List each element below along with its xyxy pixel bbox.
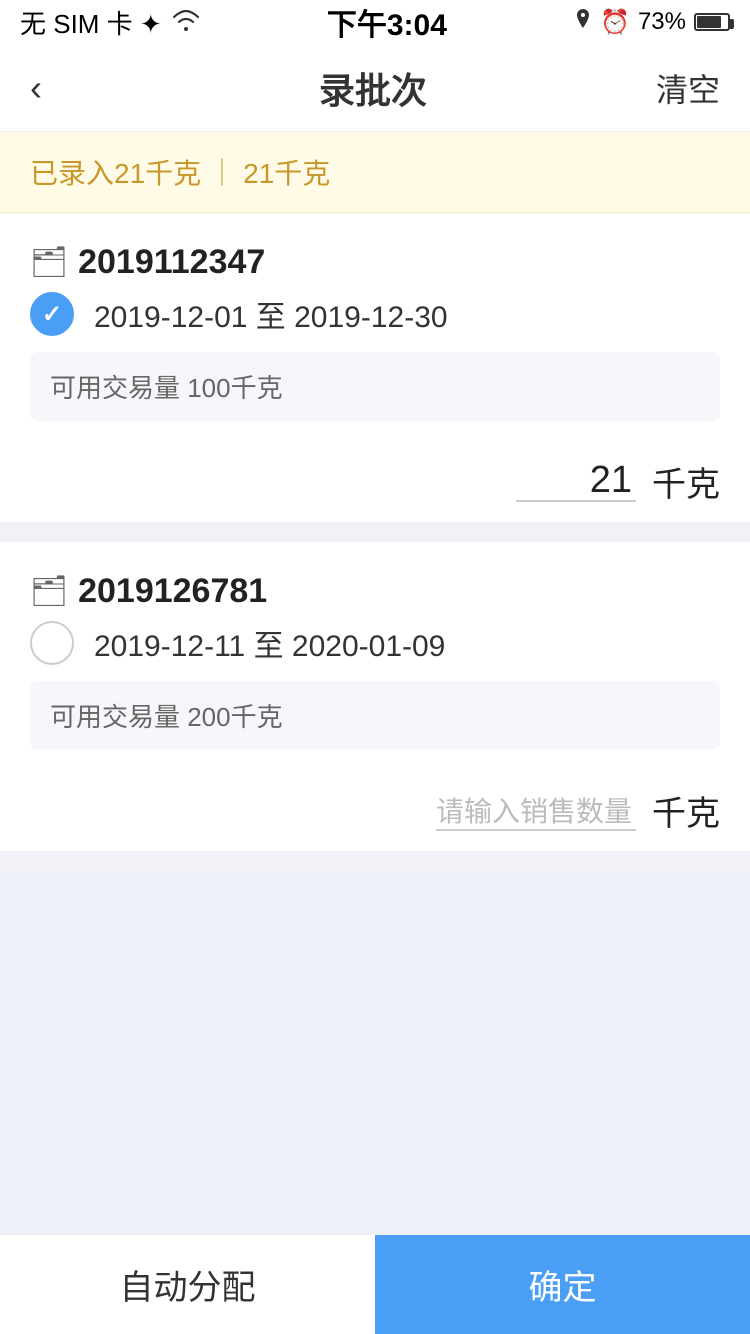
batch-2-avail: 可用交易量 200千克 [30,681,720,750]
info-banner: 已录入21千克 21千克 [0,132,750,213]
batch-1-date: 2019-12-01 至 2019-12-30 [94,292,448,336]
battery-percent: 73% [638,8,686,36]
batch-2-qty-row: 请输入销售数量 千克 [0,770,750,851]
batch-2-unit: 千克 [652,786,720,835]
batch-1-qty-value: 21 [590,459,632,502]
banner-divider [221,158,223,186]
nav-bar: ‹ 录批次 清空 [0,44,750,132]
sim-indicator: 无 SIM 卡 ✦ [20,4,162,41]
batch-2-date: 2019-12-11 至 2020-01-09 [94,621,445,665]
batch-1-id: 2019112347 [78,243,265,282]
separator-1 [0,522,750,542]
batch-1-avail-text: 可用交易量 100千克 [50,373,283,403]
page-title: 录批次 [319,62,427,114]
recorded-amount: 已录入21千克 [30,152,201,192]
batch-1-qty-input-area[interactable]: 21 [516,462,636,502]
batch-card-2: 🗂 2019126781 2019-12-11 至 2020-01-09 可用交… [0,542,750,851]
batch-1-radio[interactable] [30,292,74,336]
total-amount: 21千克 [243,152,330,192]
back-button[interactable]: ‹ [30,67,90,109]
bottom-bar: 自动分配 确定 [0,1234,750,1334]
batch-1-avail: 可用交易量 100千克 [30,352,720,421]
batch-2-header: 🗂 2019126781 [0,542,750,621]
batch-1-qty-row: 21 千克 [0,441,750,522]
separator-2 [0,851,750,871]
batch-1-icon: 🗂 [30,245,68,280]
confirm-button[interactable]: 确定 [375,1235,750,1334]
batch-2-id: 2019126781 [78,572,267,611]
batch-card-1: 🗂 2019112347 2019-12-01 至 2019-12-30 可用交… [0,213,750,522]
status-right: ⏰ 73% [574,8,730,37]
status-bar: 无 SIM 卡 ✦ 下午3:04 ⏰ 73% [0,0,750,44]
status-left: 无 SIM 卡 ✦ [20,4,200,41]
alarm-icon: ⏰ [600,8,630,37]
auto-distribute-button[interactable]: 自动分配 [0,1235,375,1334]
batch-2-avail-text: 可用交易量 200千克 [50,702,283,732]
batch-2-qty-placeholder: 请输入销售数量 [436,790,632,830]
wifi-icon [172,7,200,38]
location-icon [574,8,592,37]
clear-button[interactable]: 清空 [656,65,720,111]
batch-2-qty-input-area[interactable]: 请输入销售数量 [436,791,636,831]
battery-icon [694,13,730,31]
batch-2-date-row: 2019-12-11 至 2020-01-09 [0,621,750,681]
batch-2-radio[interactable] [30,621,74,665]
status-time: 下午3:04 [327,0,447,44]
batch-1-header: 🗂 2019112347 [0,213,750,292]
batch-1-unit: 千克 [652,457,720,506]
batch-1-date-row: 2019-12-01 至 2019-12-30 [0,292,750,352]
batch-2-icon: 🗂 [30,574,68,609]
